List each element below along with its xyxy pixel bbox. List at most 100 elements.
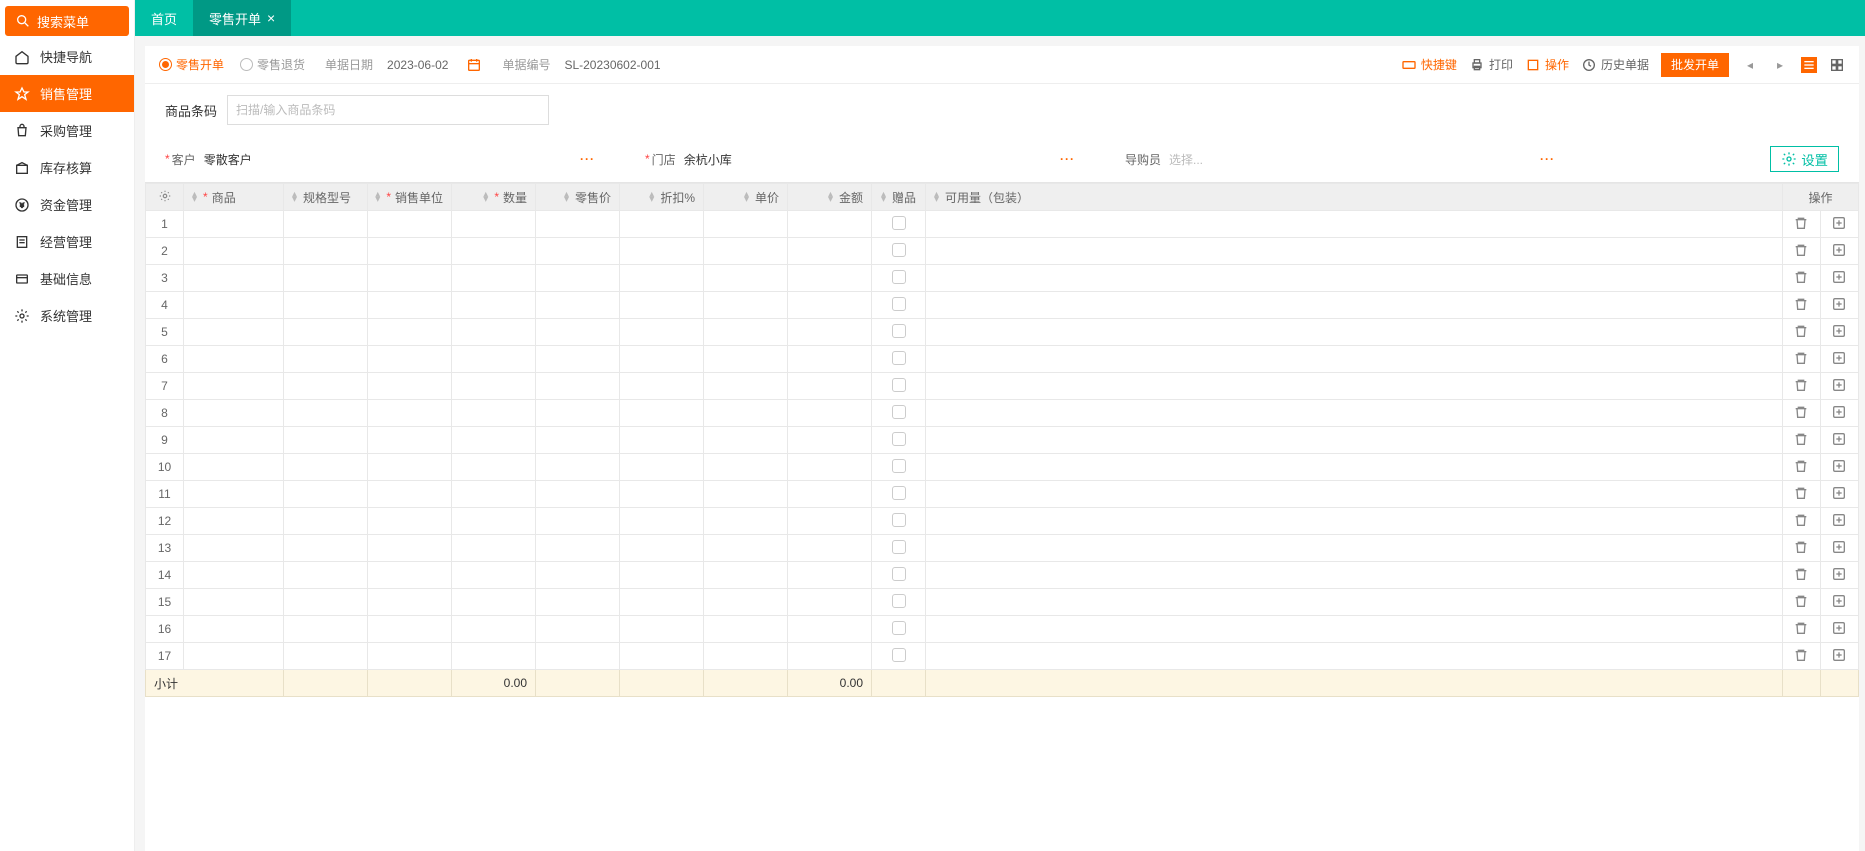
checkbox-icon[interactable] [892, 243, 906, 257]
settings-button[interactable]: 设置 [1770, 146, 1839, 172]
cell-gift[interactable] [872, 589, 926, 616]
cell-retail[interactable] [536, 562, 620, 589]
table-row[interactable]: 1 [146, 211, 1859, 238]
add-row-button[interactable] [1831, 512, 1847, 528]
cell-discount[interactable] [620, 562, 704, 589]
cell-discount[interactable] [620, 319, 704, 346]
cell-unit[interactable] [368, 508, 452, 535]
cell-qty[interactable] [452, 481, 536, 508]
cell-gift[interactable] [872, 238, 926, 265]
date-value[interactable]: 2023-06-02 [387, 58, 448, 72]
cell-product[interactable] [184, 535, 284, 562]
add-row-button[interactable] [1831, 539, 1847, 555]
cell-unit[interactable] [368, 589, 452, 616]
cell-retail[interactable] [536, 481, 620, 508]
cell-amount[interactable] [788, 373, 872, 400]
cell-unit[interactable] [368, 454, 452, 481]
cell-discount[interactable] [620, 238, 704, 265]
cell-qty[interactable] [452, 265, 536, 292]
cell-available[interactable] [926, 373, 1783, 400]
checkbox-icon[interactable] [892, 621, 906, 635]
sidebar-item-3[interactable]: 库存核算 [0, 149, 134, 186]
cell-gift[interactable] [872, 616, 926, 643]
cell-amount[interactable] [788, 400, 872, 427]
table-row[interactable]: 14 [146, 562, 1859, 589]
cell-available[interactable] [926, 481, 1783, 508]
cell-product[interactable] [184, 589, 284, 616]
add-row-button[interactable] [1831, 377, 1847, 393]
cell-retail[interactable] [536, 265, 620, 292]
cell-qty[interactable] [452, 373, 536, 400]
table-row[interactable]: 11 [146, 481, 1859, 508]
cell-retail[interactable] [536, 643, 620, 670]
sidebar-item-1[interactable]: 销售管理 [0, 75, 134, 112]
cell-amount[interactable] [788, 589, 872, 616]
search-menu-button[interactable]: 搜索菜单 [5, 6, 129, 36]
cell-product[interactable] [184, 427, 284, 454]
cell-available[interactable] [926, 643, 1783, 670]
cell-retail[interactable] [536, 400, 620, 427]
cell-discount[interactable] [620, 589, 704, 616]
cell-spec[interactable] [284, 346, 368, 373]
cell-unit-price[interactable] [704, 454, 788, 481]
cell-available[interactable] [926, 265, 1783, 292]
checkbox-icon[interactable] [892, 324, 906, 338]
next-button[interactable]: ▸ [1771, 56, 1789, 74]
cell-amount[interactable] [788, 265, 872, 292]
add-row-button[interactable] [1831, 458, 1847, 474]
history-link[interactable]: 历史单据 [1581, 56, 1649, 73]
cell-qty[interactable] [452, 535, 536, 562]
delete-row-button[interactable] [1793, 620, 1809, 636]
tab-1[interactable]: 零售开单× [193, 0, 291, 36]
cell-spec[interactable] [284, 427, 368, 454]
cell-product[interactable] [184, 643, 284, 670]
cell-qty[interactable] [452, 427, 536, 454]
cell-spec[interactable] [284, 508, 368, 535]
cell-retail[interactable] [536, 373, 620, 400]
cell-unit[interactable] [368, 211, 452, 238]
table-row[interactable]: 12 [146, 508, 1859, 535]
th-product[interactable]: ▴▾*商品 [184, 184, 284, 211]
table-row[interactable]: 17 [146, 643, 1859, 670]
table-row[interactable]: 13 [146, 535, 1859, 562]
delete-row-button[interactable] [1793, 269, 1809, 285]
add-row-button[interactable] [1831, 485, 1847, 501]
batch-order-button[interactable]: 批发开单 [1661, 53, 1729, 77]
delete-row-button[interactable] [1793, 647, 1809, 663]
cell-retail[interactable] [536, 292, 620, 319]
cell-gift[interactable] [872, 400, 926, 427]
cell-unit[interactable] [368, 319, 452, 346]
expand-icon[interactable] [1829, 57, 1845, 73]
sidebar-item-7[interactable]: 系统管理 [0, 297, 134, 334]
cell-retail[interactable] [536, 589, 620, 616]
guide-picker-icon[interactable]: ··· [1540, 152, 1555, 166]
layout-icon[interactable] [1801, 57, 1817, 73]
cell-spec[interactable] [284, 562, 368, 589]
cell-product[interactable] [184, 508, 284, 535]
add-row-button[interactable] [1831, 296, 1847, 312]
cell-discount[interactable] [620, 481, 704, 508]
cell-product[interactable] [184, 292, 284, 319]
cell-spec[interactable] [284, 400, 368, 427]
sidebar-item-2[interactable]: 采购管理 [0, 112, 134, 149]
add-row-button[interactable] [1831, 647, 1847, 663]
cell-retail[interactable] [536, 616, 620, 643]
cell-discount[interactable] [620, 427, 704, 454]
cell-qty[interactable] [452, 643, 536, 670]
checkbox-icon[interactable] [892, 432, 906, 446]
cell-amount[interactable] [788, 481, 872, 508]
cell-qty[interactable] [452, 589, 536, 616]
cell-product[interactable] [184, 400, 284, 427]
checkbox-icon[interactable] [892, 540, 906, 554]
cell-spec[interactable] [284, 373, 368, 400]
shortcut-link[interactable]: 快捷键 [1401, 56, 1457, 73]
cell-spec[interactable] [284, 211, 368, 238]
checkbox-icon[interactable] [892, 594, 906, 608]
cell-product[interactable] [184, 238, 284, 265]
cell-spec[interactable] [284, 643, 368, 670]
cell-retail[interactable] [536, 346, 620, 373]
delete-row-button[interactable] [1793, 242, 1809, 258]
add-row-button[interactable] [1831, 593, 1847, 609]
cell-unit-price[interactable] [704, 562, 788, 589]
cell-gift[interactable] [872, 508, 926, 535]
